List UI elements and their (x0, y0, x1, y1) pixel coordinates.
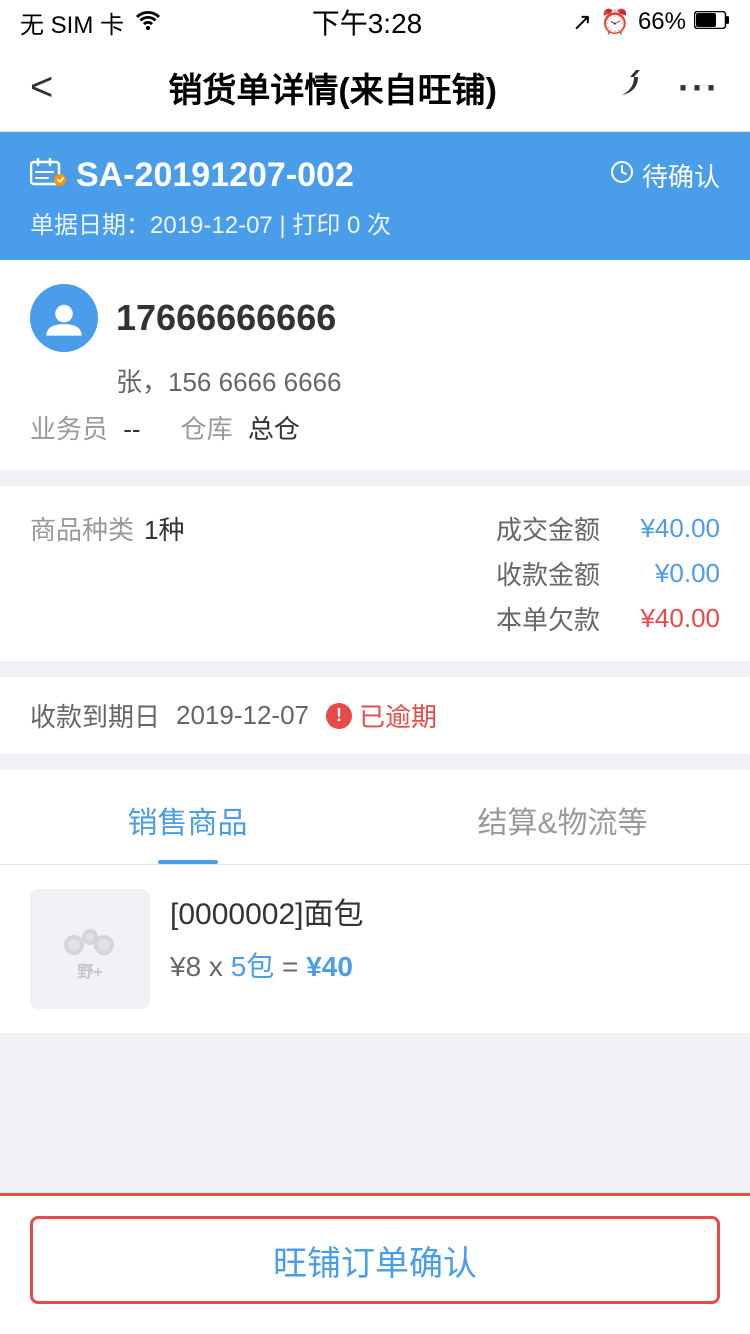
summary-section: 商品种类 1种 成交金额 ¥40.00 收款金额 ¥0.00 本单欠款 ¥40.… (0, 486, 750, 661)
tab-settlement[interactable]: 结算&物流等 (375, 770, 750, 864)
page-title: 销货单详情(来自旺铺) (168, 63, 497, 112)
avatar (30, 284, 98, 352)
salesperson-value: -- (123, 414, 140, 444)
tabs-header: 销售商品 结算&物流等 (0, 770, 750, 865)
customer-section: 17666666666 张，156 6666 6666 业务员 -- 仓库 总仓 (0, 260, 750, 470)
customer-name: 张，156 6666 6666 (30, 362, 720, 399)
clock-icon (610, 160, 634, 191)
amount-value-1: ¥0.00 (620, 558, 720, 589)
warehouse-value: 总仓 (248, 414, 300, 444)
price-unit: ¥8 x (170, 951, 231, 982)
product-details: [0000002]面包 ¥8 x 5包 = ¥40 (170, 889, 720, 985)
amount-value-2: ¥40.00 (620, 603, 720, 634)
status-bar-right: ↗ ⏰ 66% (572, 8, 730, 37)
order-icon (30, 156, 66, 195)
salesperson-label: 业务员 (30, 414, 108, 444)
svg-text:野+: 野+ (77, 963, 102, 981)
order-meta: 单据日期：2019-12-07 | 打印 0 次 (30, 205, 720, 240)
more-icon[interactable]: ··· (678, 67, 720, 109)
customer-info-row: 业务员 -- 仓库 总仓 (30, 409, 720, 446)
battery-icon (694, 8, 730, 36)
status-bar: 无 SIM 卡 下午3:28 ↗ ⏰ 66% (0, 0, 750, 44)
order-id: SA-20191207-002 (30, 156, 354, 195)
price-qty: 5包 (231, 951, 275, 982)
order-header-card: SA-20191207-002 待确认 单据日期：2019-12-07 | 打印… (0, 132, 750, 260)
customer-phone: 17666666666 (116, 297, 336, 339)
product-name: [0000002]面包 (170, 889, 720, 933)
due-date-section: 收款到期日 2019-12-07 ! 已逾期 (0, 677, 750, 754)
due-date-label: 收款到期日 (30, 697, 160, 734)
nav-bar: < 销货单详情(来自旺铺) ··· (0, 44, 750, 132)
location-icon: ↗ (572, 8, 592, 37)
status-bar-time: 下午3:28 (312, 2, 423, 42)
price-total: ¥40 (306, 951, 353, 982)
amount-value-0: ¥40.00 (620, 513, 720, 544)
product-thumbnail: 野+ (30, 889, 150, 1009)
amount-label-0: 成交金额 (496, 510, 600, 547)
tab-sales-products[interactable]: 销售商品 (0, 770, 375, 864)
share-icon[interactable] (612, 66, 648, 110)
confirm-order-button[interactable]: 旺铺订单确认 (30, 1216, 720, 1304)
amount-label-1: 收款金额 (496, 555, 600, 592)
overdue-badge: ! 已逾期 (325, 697, 437, 734)
category-label: 商品种类 (30, 510, 134, 547)
svg-text:!: ! (336, 705, 342, 725)
summary-amounts: 成交金额 ¥40.00 收款金额 ¥0.00 本单欠款 ¥40.00 (496, 510, 720, 637)
status-bar-left: 无 SIM 卡 (20, 5, 162, 40)
warehouse-label: 仓库 (181, 414, 233, 444)
product-item: 野+ [0000002]面包 ¥8 x 5包 = ¥40 (30, 889, 720, 1009)
product-price: ¥8 x 5包 = ¥40 (170, 945, 720, 985)
category-value: 1种 (144, 510, 184, 547)
carrier-label: 无 SIM 卡 (20, 5, 124, 40)
alarm-icon: ⏰ (600, 8, 630, 37)
tabs-section: 销售商品 结算&物流等 野+ [0000002]面包 (0, 770, 750, 1033)
battery-label: 66% (638, 8, 686, 36)
product-list: 野+ [0000002]面包 ¥8 x 5包 = ¥40 (0, 865, 750, 1033)
confirm-button-wrap: 旺铺订单确认 (0, 1193, 750, 1334)
due-date-value: 2019-12-07 (176, 700, 309, 731)
nav-actions: ··· (612, 66, 720, 110)
amount-label-2: 本单欠款 (496, 600, 600, 637)
order-status: 待确认 (610, 157, 720, 194)
wifi-icon (134, 8, 162, 37)
back-button[interactable]: < (30, 65, 53, 110)
overdue-label: 已逾期 (359, 697, 437, 734)
price-eq: = (274, 951, 306, 982)
